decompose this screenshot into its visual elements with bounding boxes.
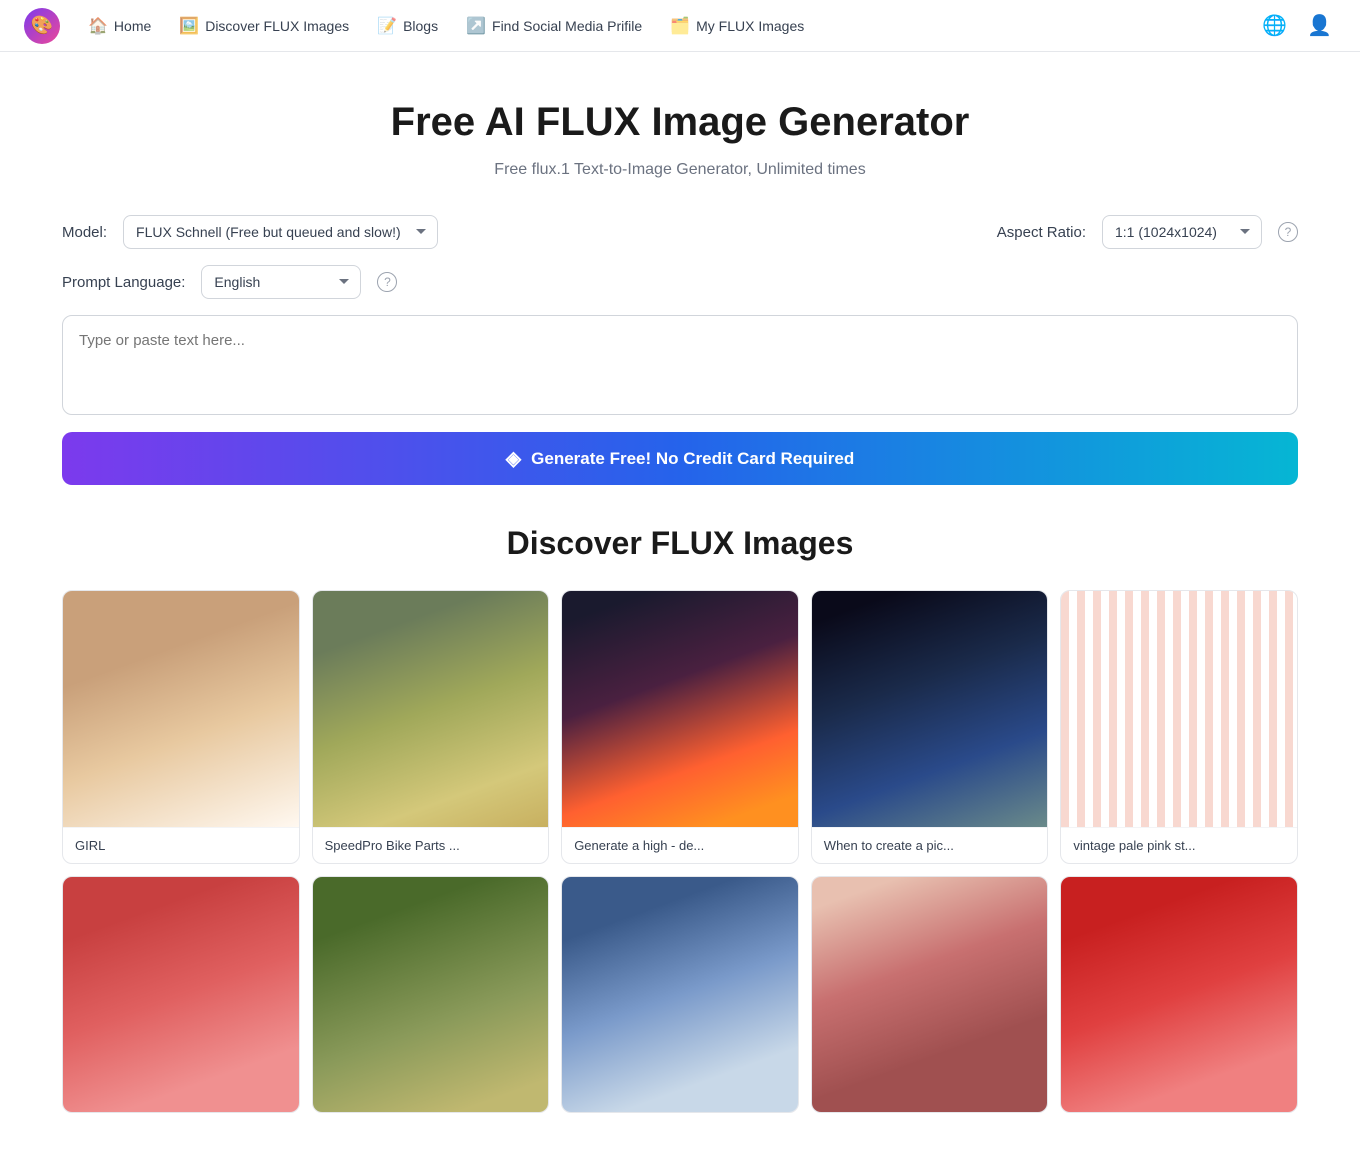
image-thumbnail-fence	[313, 877, 549, 1113]
nav-icon-social: ↗️	[466, 16, 486, 36]
image-label-girl: GIRL	[63, 827, 299, 863]
app-logo[interactable]: 🎨	[24, 8, 60, 44]
image-card-bike[interactable]: SpeedPro Bike Parts ...	[312, 590, 550, 864]
logo-icon: 🎨	[31, 15, 53, 36]
nav-label-discover: Discover FLUX Images	[205, 18, 349, 34]
image-label-astronaut: When to create a pic...	[812, 827, 1048, 863]
nav-link-home[interactable]: 🏠 Home	[76, 10, 163, 42]
image-card-sign[interactable]	[62, 876, 300, 1114]
nav-icon-blogs: 📝	[377, 16, 397, 36]
image-thumbnail-woman2	[562, 877, 798, 1113]
image-card-girl[interactable]: GIRL	[62, 590, 300, 864]
nav-label-myflux: My FLUX Images	[696, 18, 804, 34]
generate-icon: ◈	[506, 446, 521, 471]
image-thumbnail-astronaut	[812, 591, 1048, 827]
image-grid: GIRL SpeedPro Bike Parts ... Generate a hi…	[62, 590, 1298, 1113]
generate-button-label: Generate Free! No Credit Card Required	[531, 449, 854, 469]
prompt-language-label: Prompt Language:	[62, 274, 185, 291]
prompt-textarea[interactable]	[62, 315, 1298, 415]
hero-title: Free AI FLUX Image Generator	[62, 100, 1298, 145]
image-label-stripes: vintage pale pink st...	[1061, 827, 1297, 863]
image-thumbnail-sign	[63, 877, 299, 1113]
generate-button[interactable]: ◈ Generate Free! No Credit Card Required	[62, 432, 1298, 485]
image-card-stripes[interactable]: vintage pale pink st...	[1060, 590, 1298, 864]
nav-label-blogs: Blogs	[403, 18, 438, 34]
image-card-astronaut[interactable]: When to create a pic...	[811, 590, 1049, 864]
nav-link-social[interactable]: ↗️ Find Social Media Prifile	[454, 10, 654, 42]
aspect-label: Aspect Ratio:	[997, 224, 1086, 241]
image-label-bike: SpeedPro Bike Parts ...	[313, 827, 549, 863]
discover-title: Discover FLUX Images	[62, 525, 1298, 562]
nav-links: 🏠 Home🖼️ Discover FLUX Images📝 Blogs↗️ F…	[76, 10, 1250, 42]
image-card-woman_moto[interactable]: Generate a high - de...	[561, 590, 799, 864]
nav-actions: 🌐 👤	[1258, 9, 1336, 42]
aspect-select[interactable]: 1:1 (1024x1024)16:9 (1024x576)9:16 (576x…	[1102, 215, 1262, 249]
nav-icon-discover: 🖼️	[179, 16, 199, 36]
aspect-help-icon[interactable]: ?	[1278, 222, 1298, 242]
image-card-hat[interactable]	[1060, 876, 1298, 1114]
hero-subtitle: Free flux.1 Text-to-Image Generator, Unl…	[62, 161, 1298, 179]
image-card-floral[interactable]	[811, 876, 1049, 1114]
language-select[interactable]: EnglishChineseJapaneseSpanish	[201, 265, 361, 299]
nav-link-blogs[interactable]: 📝 Blogs	[365, 10, 450, 42]
image-card-woman2[interactable]	[561, 876, 799, 1114]
nav-link-myflux[interactable]: 🗂️ My FLUX Images	[658, 10, 816, 42]
nav-label-home: Home	[114, 18, 151, 34]
model-select[interactable]: FLUX Schnell (Free but queued and slow!)…	[123, 215, 438, 249]
image-label-woman_moto: Generate a high - de...	[562, 827, 798, 863]
navbar: 🎨 🏠 Home🖼️ Discover FLUX Images📝 Blogs↗️…	[0, 0, 1360, 52]
image-thumbnail-hat	[1061, 877, 1297, 1113]
image-card-fence[interactable]	[312, 876, 550, 1114]
nav-icon-myflux: 🗂️	[670, 16, 690, 36]
model-label: Model:	[62, 224, 107, 241]
translate-button[interactable]: 🌐	[1258, 9, 1291, 42]
image-thumbnail-bike	[313, 591, 549, 827]
nav-link-discover[interactable]: 🖼️ Discover FLUX Images	[167, 10, 361, 42]
image-thumbnail-girl	[63, 591, 299, 827]
nav-icon-home: 🏠	[88, 16, 108, 36]
language-row: Prompt Language: EnglishChineseJapaneseS…	[62, 265, 1298, 299]
main-content: Free AI FLUX Image Generator Free flux.1…	[30, 52, 1330, 1153]
image-thumbnail-woman_moto	[562, 591, 798, 827]
nav-label-social: Find Social Media Prifile	[492, 18, 642, 34]
language-help-icon[interactable]: ?	[377, 272, 397, 292]
image-thumbnail-stripes	[1061, 591, 1297, 827]
model-row: Model: FLUX Schnell (Free but queued and…	[62, 215, 1298, 249]
user-button[interactable]: 👤	[1303, 9, 1336, 42]
image-thumbnail-floral	[812, 877, 1048, 1113]
